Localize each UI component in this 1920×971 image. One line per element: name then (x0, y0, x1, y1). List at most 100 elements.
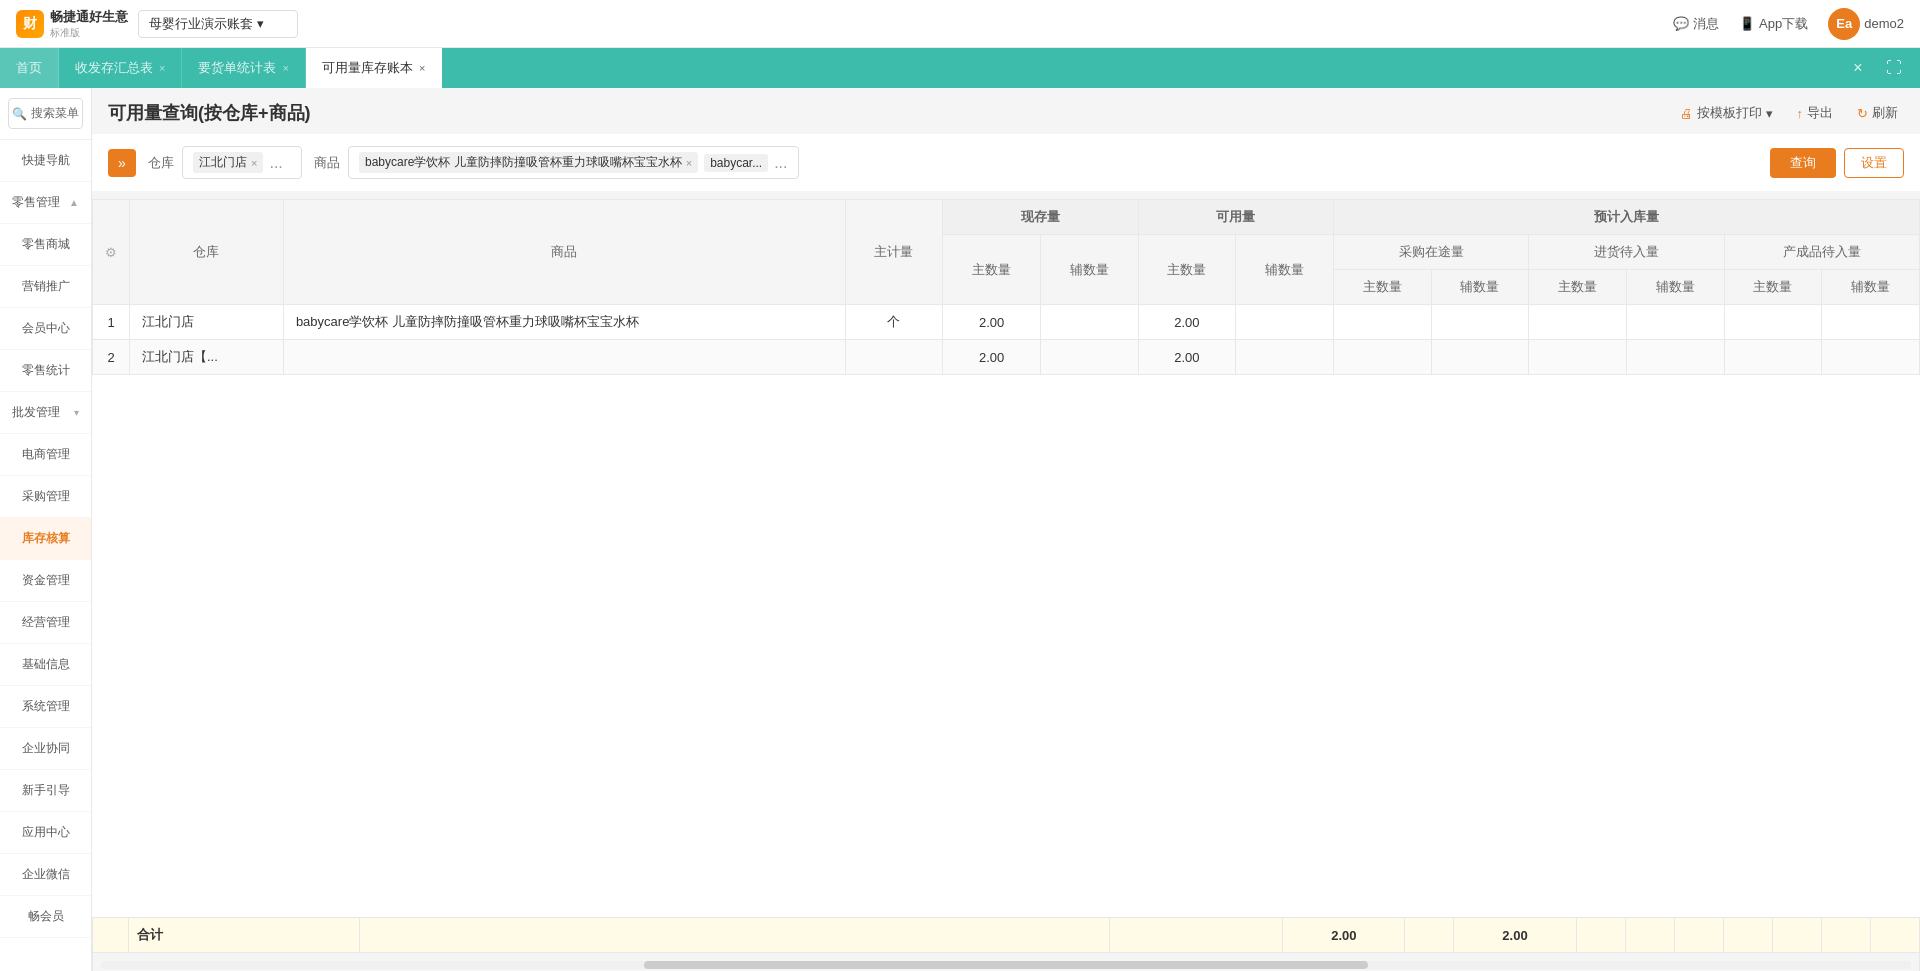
print-icon: 🖨 (1680, 106, 1693, 121)
app-download-icon: 📱 (1739, 16, 1755, 31)
sidebar-item-sys-mgmt[interactable]: 系统管理 (0, 686, 91, 728)
scrollbar-row (93, 953, 1920, 972)
tab-bar: 首页 收发存汇总表 × 要货单统计表 × 可用量库存账本 × × ⛶ (0, 48, 1920, 88)
filter-product-remove1[interactable]: × (686, 157, 692, 169)
logo-area: 财 畅捷通好生意 标准版 (16, 8, 128, 40)
tab-home[interactable]: 首页 (0, 48, 59, 88)
filter-expand-icon: » (118, 155, 126, 171)
sidebar-item-retail-mgmt[interactable]: 零售管理 ▲ (0, 182, 91, 224)
top-bar-right: 💬 消息 📱 App下载 Ea demo2 (1673, 8, 1904, 40)
summary-spacer2 (359, 918, 1109, 953)
sidebar-item-marketing[interactable]: 营销推广 (0, 266, 91, 308)
sidebar-item-vip-member[interactable]: 畅会员 (0, 896, 91, 938)
sidebar-item-wholesale-mgmt[interactable]: 批发管理 ▾ (0, 392, 91, 434)
summary-spacer1 (93, 918, 129, 953)
sidebar-item-retail-shop[interactable]: 零售商城 (0, 224, 91, 266)
sidebar: 🔍 搜索菜单 快捷导航 零售管理 ▲ 零售商城 营销推广 会员中心 零售统计 批… (0, 88, 92, 971)
user-area[interactable]: Ea demo2 (1828, 8, 1904, 40)
table-header-stock: 现存量 (943, 200, 1138, 235)
tab-receipts[interactable]: 收发存汇总表 × (59, 48, 182, 88)
sidebar-search-btn[interactable]: 🔍 搜索菜单 (8, 98, 83, 129)
tab-receipts-close[interactable]: × (159, 62, 165, 74)
horizontal-scrollbar[interactable] (101, 961, 1911, 969)
row2-avail-main: 2.00 (1138, 340, 1236, 375)
refresh-btn[interactable]: ↻ 刷新 (1851, 100, 1904, 126)
row2-index: 2 (93, 340, 130, 375)
row1-stock-main: 2.00 (943, 305, 1041, 340)
refresh-icon: ↻ (1857, 106, 1868, 121)
row2-stock-aux (1040, 340, 1138, 375)
sidebar-item-enterprise[interactable]: 企业协同 (0, 728, 91, 770)
row1-stock-aux (1040, 305, 1138, 340)
sidebar-item-ecommerce[interactable]: 电商管理 (0, 434, 91, 476)
tab-expand-btn[interactable]: ⛶ (1880, 54, 1908, 82)
print-btn[interactable]: 🖨 按模板打印 ▾ (1674, 100, 1779, 126)
table-header-incoming-aux: 辅数量 (1626, 270, 1724, 305)
filter-warehouse-tag: 江北门店 × (193, 152, 263, 173)
tab-inventory[interactable]: 可用量库存账本 × (306, 48, 442, 88)
sidebar-item-quick-nav[interactable]: 快捷导航 (0, 140, 91, 182)
table-header-pur-transit: 采购在途量 (1333, 235, 1528, 270)
export-icon: ↑ (1797, 106, 1804, 121)
summary-incoming-main (1723, 918, 1772, 953)
setting-btn[interactable]: 设置 (1844, 148, 1904, 178)
table-header-pur-transit-main: 主数量 (1333, 270, 1431, 305)
table-header-gear[interactable]: ⚙ (93, 200, 130, 305)
row2-production-main (1724, 340, 1822, 375)
sidebar-item-app-center[interactable]: 应用中心 (0, 812, 91, 854)
row1-pur-transit-main (1333, 305, 1431, 340)
filter-bar: » 仓库 江北门店 × ... 商品 babycare学饮杯 儿童防摔防撞吸管杯… (92, 134, 1920, 191)
filter-warehouse-remove[interactable]: × (251, 157, 257, 169)
sidebar-inventory-check-label: 库存核算 (22, 530, 70, 547)
row1-incoming-main (1529, 305, 1627, 340)
content-area: 可用量查询(按仓库+商品) 🖨 按模板打印 ▾ ↑ 导出 ↻ 刷新 (92, 88, 1920, 971)
summary-production-aux (1870, 918, 1919, 953)
sidebar-base-info-label: 基础信息 (22, 656, 70, 673)
tab-orders-close[interactable]: × (282, 62, 288, 74)
logo-sub: 标准版 (50, 26, 128, 40)
sidebar-item-finance[interactable]: 资金管理 (0, 560, 91, 602)
row2-pur-transit-aux (1431, 340, 1529, 375)
sidebar-retail-shop-label: 零售商城 (22, 236, 70, 253)
sidebar-item-onboarding[interactable]: 新手引导 (0, 770, 91, 812)
tab-bar-actions: × ⛶ (1844, 54, 1920, 82)
app-download-btn[interactable]: 📱 App下载 (1739, 15, 1808, 33)
filter-product-label: 商品 (314, 154, 340, 172)
filter-expand-btn[interactable]: » (108, 149, 136, 177)
summary-avail-aux (1576, 918, 1625, 953)
filter-warehouse-more[interactable]: ... (269, 154, 282, 172)
filter-product-input[interactable]: babycare学饮杯 儿童防摔防撞吸管杯重力球吸嘴杯宝宝水杯 × babyca… (348, 146, 799, 179)
table-header-incoming: 进货待入量 (1529, 235, 1724, 270)
sidebar-retail-stats-label: 零售统计 (22, 362, 70, 379)
sidebar-member-label: 会员中心 (22, 320, 70, 337)
tenant-select[interactable]: 母婴行业演示账套 ▾ (138, 10, 298, 38)
sidebar-item-member[interactable]: 会员中心 (0, 308, 91, 350)
sidebar-item-enterprise-wechat[interactable]: 企业微信 (0, 854, 91, 896)
sidebar-item-purchase[interactable]: 采购管理 (0, 476, 91, 518)
row2-stock-main: 2.00 (943, 340, 1041, 375)
tab-close-all-btn[interactable]: × (1844, 54, 1872, 82)
tab-inventory-close[interactable]: × (419, 62, 425, 74)
sidebar-onboarding-label: 新手引导 (22, 782, 70, 799)
sidebar-item-base-info[interactable]: 基础信息 (0, 644, 91, 686)
filter-warehouse-input[interactable]: 江北门店 × ... (182, 146, 302, 179)
filter-actions: 查询 设置 (1770, 148, 1904, 178)
sidebar-item-operations[interactable]: 经营管理 (0, 602, 91, 644)
message-btn[interactable]: 💬 消息 (1673, 15, 1719, 33)
summary-incoming-aux (1772, 918, 1821, 953)
tenant-dropdown-arrow: ▾ (257, 16, 264, 31)
row1-unit: 个 (845, 305, 943, 340)
row1-product: babycare学饮杯 儿童防摔防撞吸管杯重力球吸嘴杯宝宝水杯 (283, 305, 845, 340)
export-btn[interactable]: ↑ 导出 (1791, 100, 1840, 126)
row1-warehouse: 江北门店 (130, 305, 284, 340)
sidebar-item-retail-stats[interactable]: 零售统计 (0, 350, 91, 392)
filter-product-more[interactable]: ... (774, 154, 787, 172)
table-header-production-main: 主数量 (1724, 270, 1822, 305)
search-icon: 🔍 (12, 107, 27, 121)
query-btn[interactable]: 查询 (1770, 148, 1836, 178)
tab-orders[interactable]: 要货单统计表 × (182, 48, 305, 88)
row1-incoming-aux (1626, 305, 1724, 340)
table-header-stock-main: 主数量 (943, 235, 1041, 305)
sidebar-retail-mgmt-label: 零售管理 (12, 194, 65, 211)
sidebar-item-inventory-check[interactable]: 库存核算 (0, 518, 91, 560)
